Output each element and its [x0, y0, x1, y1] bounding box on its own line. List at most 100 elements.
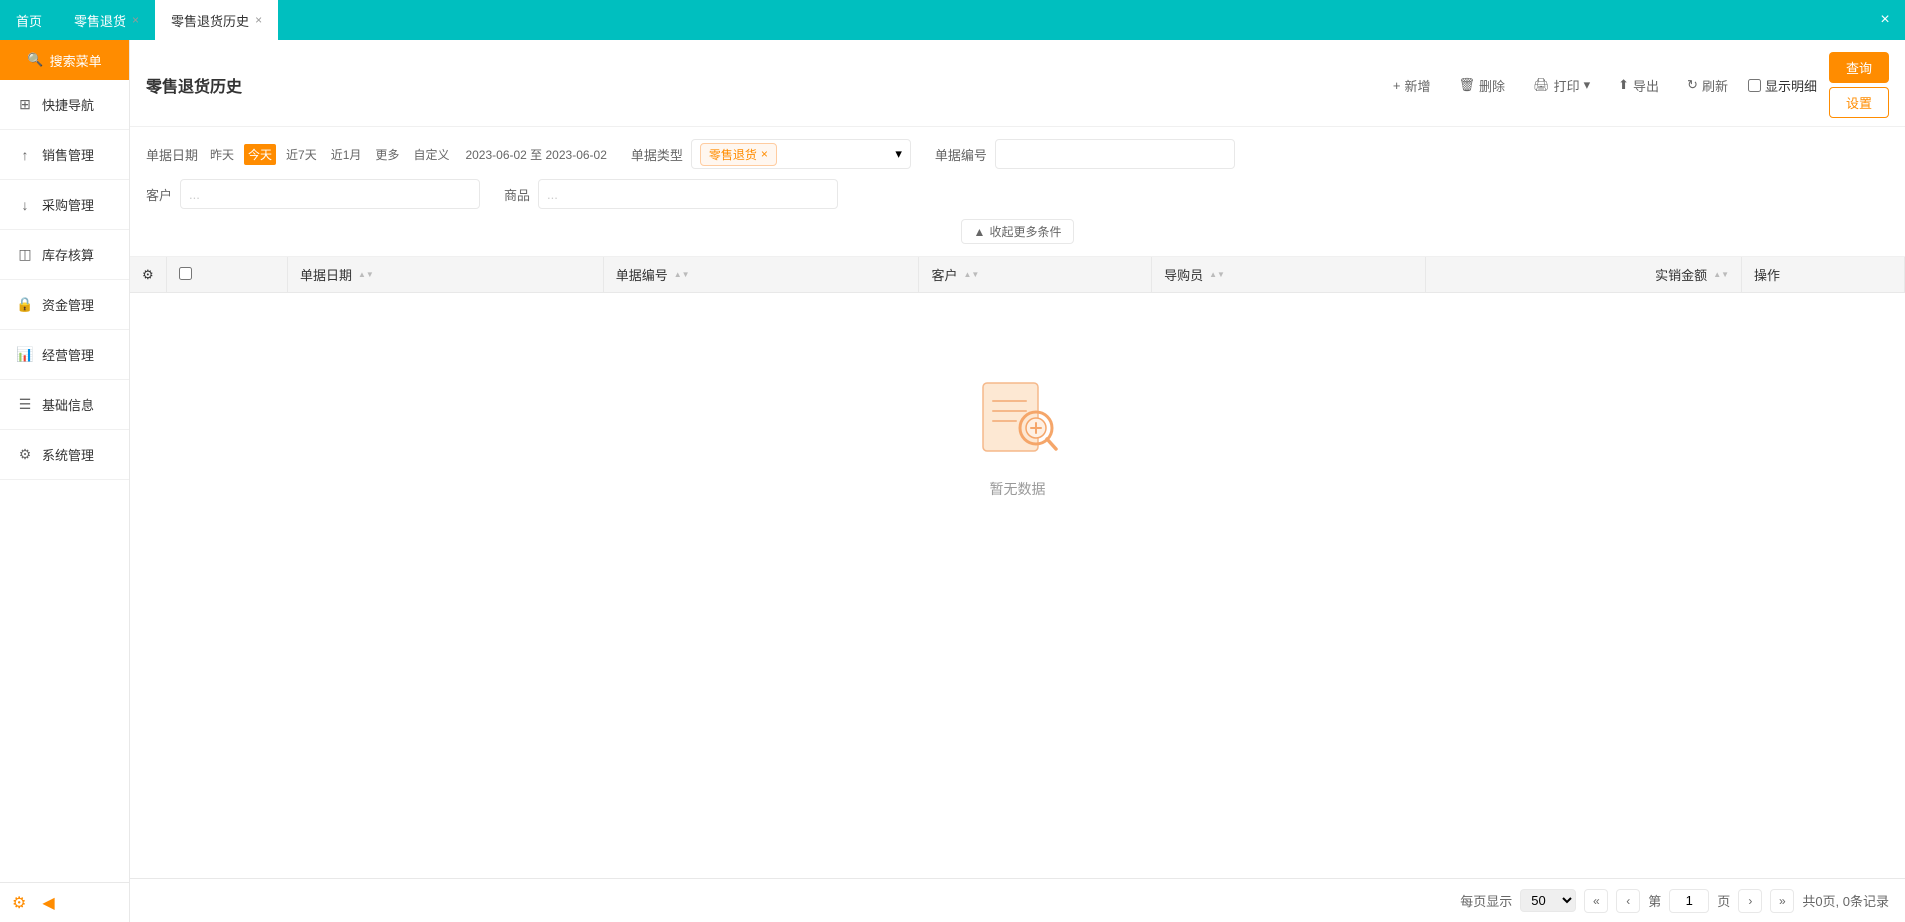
- tab-retail-return-history-close[interactable]: ×: [255, 13, 262, 27]
- bill-type-select[interactable]: 零售退货 × ▾: [691, 139, 911, 169]
- query-setting-group: 查询 设置: [1829, 52, 1889, 118]
- goods-select[interactable]: ...: [538, 179, 838, 209]
- window-close-button[interactable]: ×: [1865, 0, 1905, 40]
- select-all-checkbox[interactable]: [179, 267, 192, 280]
- date-range-display: 2023-06-02 至 2023-06-02: [465, 146, 606, 163]
- th-bill-date[interactable]: 单据日期 ▲▼: [288, 257, 604, 293]
- th-operation-label: 操作: [1754, 268, 1780, 283]
- amount-sort-icon: ▲▼: [1713, 270, 1729, 279]
- per-page-label: 每页显示: [1460, 891, 1512, 910]
- bill-type-value: 零售退货: [709, 146, 757, 163]
- total-info: 共0页, 0条记录: [1802, 891, 1889, 910]
- date-option-yesterday[interactable]: 昨天: [206, 144, 238, 165]
- sidebar-bottom: ⚙ ◀: [0, 882, 129, 922]
- empty-state: 暂无数据: [130, 293, 1905, 579]
- tab-retail-return-label: 零售退货: [74, 11, 126, 30]
- tab-home-label: 首页: [16, 11, 42, 30]
- th-customer-label: 客户: [931, 265, 957, 284]
- print-button[interactable]: 🖨 打印 ▾: [1525, 72, 1598, 99]
- top-bar: 首页 零售退货 × 零售退货历史 × ×: [0, 0, 1905, 40]
- settings-icon[interactable]: ⚙: [12, 893, 26, 913]
- th-amount[interactable]: 实销金额 ▲▼: [1426, 257, 1742, 293]
- new-label: 新增: [1405, 76, 1431, 95]
- refresh-button[interactable]: ↻ 刷新: [1679, 72, 1736, 99]
- delete-button[interactable]: 🗑 删除: [1451, 72, 1514, 99]
- nav-items: ⊞ 快捷导航 ↑ 销售管理 ↓ 采购管理 ◫ 库存核算 🔒 资金管理 📊 经营管: [0, 80, 129, 882]
- bill-type-clear-icon[interactable]: ×: [761, 147, 768, 161]
- filter-customer-item: 客户 ...: [146, 179, 480, 209]
- tab-list: 首页 零售退货 × 零售退货历史 ×: [0, 0, 1865, 40]
- th-guide-label: 导购员: [1164, 265, 1203, 284]
- finance-mgmt-icon: 🔒: [16, 296, 34, 314]
- empty-icon: [968, 373, 1068, 463]
- new-button[interactable]: + 新增: [1385, 72, 1439, 99]
- tab-retail-return[interactable]: 零售退货 ×: [58, 0, 155, 40]
- query-button[interactable]: 查询: [1829, 52, 1889, 83]
- sidebar-item-system-mgmt[interactable]: ⚙ 系统管理: [0, 430, 129, 480]
- page-last-button[interactable]: »: [1770, 889, 1794, 913]
- bill-date-sort-icon: ▲▼: [358, 270, 374, 279]
- collapse-filter-button[interactable]: ▲ 收起更多条件: [961, 219, 1075, 244]
- export-icon: ⬆: [1618, 77, 1629, 93]
- th-customer[interactable]: 客户 ▲▼: [919, 257, 1152, 293]
- th-checkbox[interactable]: [166, 257, 287, 293]
- date-option-more[interactable]: 更多: [371, 144, 403, 165]
- filter-date-item: 单据日期 昨天 今天 近7天 近1月 更多 自定义 2023-06-02 至 2…: [146, 144, 607, 165]
- new-icon: +: [1393, 78, 1401, 93]
- sidebar-item-operations-mgmt[interactable]: 📊 经营管理: [0, 330, 129, 380]
- sidebar-item-purchase-mgmt[interactable]: ↓ 采购管理: [0, 180, 129, 230]
- sidebar-item-inventory-check[interactable]: ◫ 库存核算: [0, 230, 129, 280]
- page-input[interactable]: [1669, 889, 1709, 913]
- display-detail-input[interactable]: [1748, 79, 1761, 92]
- export-button[interactable]: ⬆ 导出: [1610, 72, 1667, 99]
- goods-label: 商品: [504, 185, 530, 204]
- setting-button[interactable]: 设置: [1829, 87, 1889, 118]
- th-operation: 操作: [1742, 257, 1905, 293]
- page-prev-button[interactable]: ‹: [1616, 889, 1640, 913]
- tab-retail-return-history[interactable]: 零售退货历史 ×: [155, 0, 278, 40]
- th-bill-date-label: 单据日期: [300, 265, 352, 284]
- bill-no-sort-icon: ▲▼: [674, 270, 690, 279]
- collapse-label: 收起更多条件: [989, 223, 1061, 240]
- date-option-today[interactable]: 今天: [244, 144, 276, 165]
- bill-type-chevron-icon: ▾: [895, 146, 902, 162]
- date-filter-label: 单据日期: [146, 145, 198, 164]
- per-page-select[interactable]: 50 100 200: [1520, 889, 1576, 912]
- date-option-last1m[interactable]: 近1月: [327, 144, 366, 165]
- th-bill-no[interactable]: 单据编号 ▲▼: [603, 257, 919, 293]
- date-option-custom[interactable]: 自定义: [409, 144, 453, 165]
- date-options: 昨天 今天 近7天 近1月 更多 自定义: [206, 144, 453, 165]
- export-label: 导出: [1633, 76, 1659, 95]
- empty-text: 暂无数据: [990, 479, 1046, 499]
- filter-bill-no-item: 单据编号: [935, 139, 1235, 169]
- print-chevron-icon: ▾: [1584, 77, 1591, 93]
- quick-nav-icon: ⊞: [16, 96, 34, 114]
- purchase-mgmt-icon: ↓: [16, 196, 34, 214]
- header-actions: + 新增 🗑 删除 🖨 打印 ▾ ⬆ 导出 ↻ 刷: [1385, 52, 1889, 118]
- th-settings[interactable]: ⚙: [130, 257, 166, 293]
- content-area: 零售退货历史 + 新增 🗑 删除 🖨 打印 ▾ ⬆ 导出: [130, 40, 1905, 922]
- page-first-button[interactable]: «: [1584, 889, 1608, 913]
- print-icon: 🖨: [1533, 77, 1550, 93]
- collapse-icon: ▲: [974, 225, 986, 239]
- sidebar-item-basic-info[interactable]: ☰ 基础信息: [0, 380, 129, 430]
- bill-no-label: 单据编号: [935, 145, 987, 164]
- tab-home[interactable]: 首页: [0, 0, 58, 40]
- sidebar-item-finance-mgmt[interactable]: 🔒 资金管理: [0, 280, 129, 330]
- bill-no-input[interactable]: [995, 139, 1235, 169]
- page-next-button[interactable]: ›: [1738, 889, 1762, 913]
- collapse-sidebar-icon[interactable]: ◀: [42, 893, 54, 913]
- refresh-label: 刷新: [1702, 76, 1728, 95]
- th-guide[interactable]: 导购员 ▲▼: [1152, 257, 1426, 293]
- finance-mgmt-label: 资金管理: [42, 295, 94, 314]
- customer-select[interactable]: ...: [180, 179, 480, 209]
- bill-type-label: 单据类型: [631, 145, 683, 164]
- sidebar-item-quick-nav[interactable]: ⊞ 快捷导航: [0, 80, 129, 130]
- tab-retail-return-close[interactable]: ×: [132, 13, 139, 27]
- filter-row-2: 客户 ... 商品 ...: [146, 179, 1889, 209]
- sidebar-item-sales-mgmt[interactable]: ↑ 销售管理: [0, 130, 129, 180]
- date-option-last7[interactable]: 近7天: [282, 144, 321, 165]
- display-detail-checkbox[interactable]: 显示明细: [1748, 76, 1817, 95]
- search-menu-button[interactable]: 🔍 搜索菜单: [0, 40, 129, 80]
- bill-type-tag: 零售退货 ×: [700, 143, 777, 166]
